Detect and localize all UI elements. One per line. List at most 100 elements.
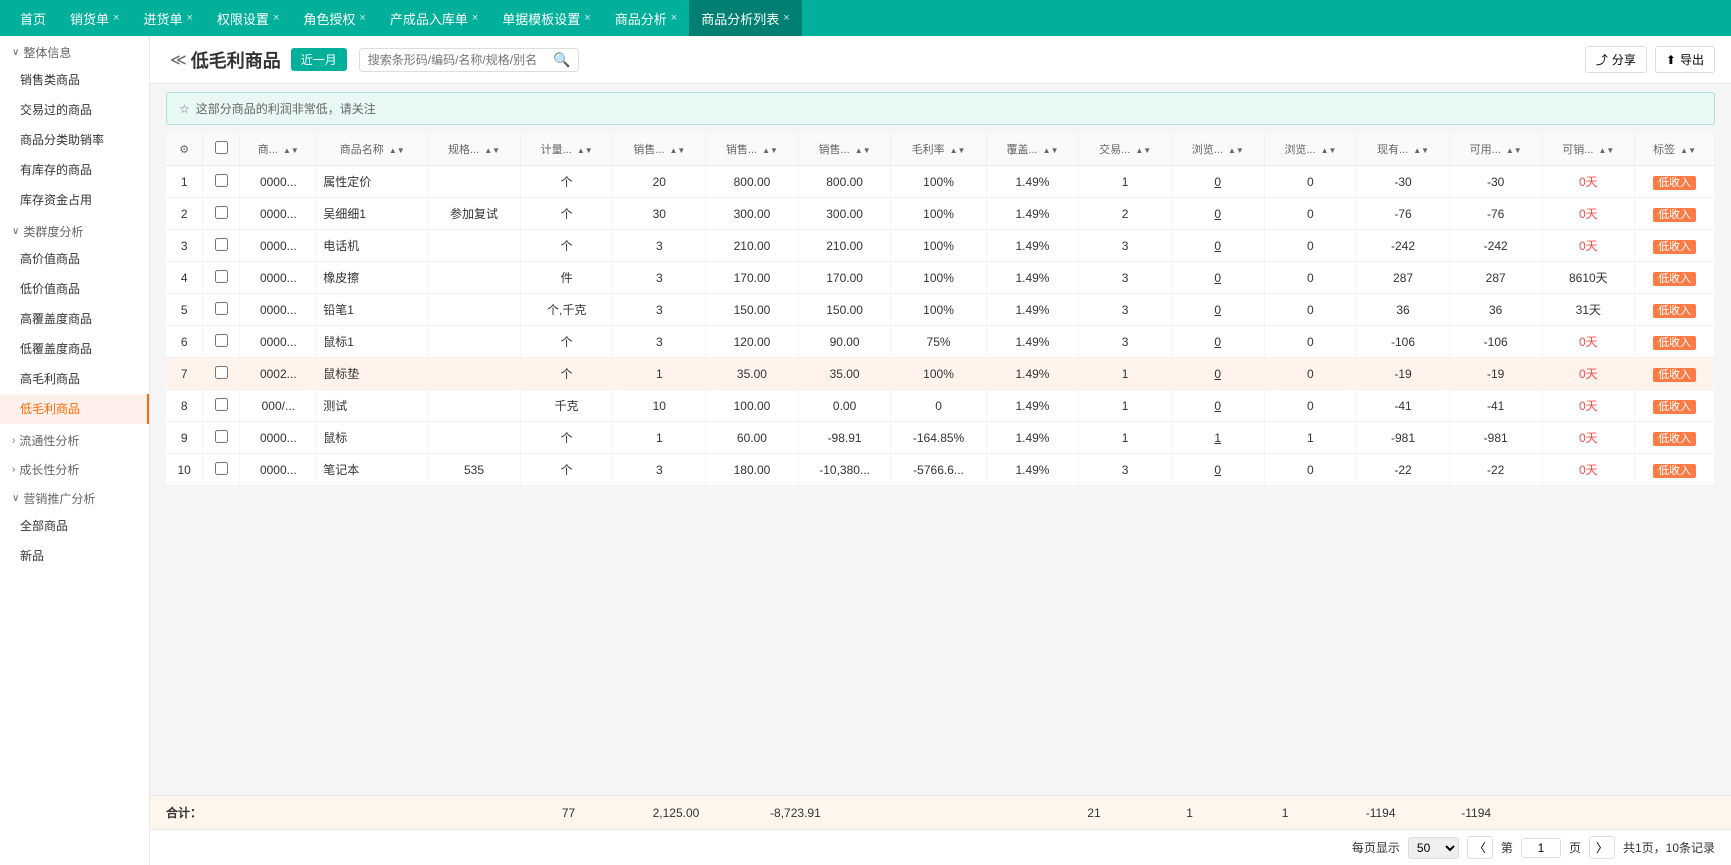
row-checkbox[interactable] bbox=[203, 390, 240, 422]
sort-icon[interactable]: ▲▼ bbox=[855, 146, 871, 155]
nav-permissions[interactable]: 权限设置 × bbox=[205, 0, 291, 36]
sort-icon[interactable]: ▲▼ bbox=[577, 146, 593, 155]
row-view1[interactable]: 0 bbox=[1171, 390, 1264, 422]
nav-close-icon[interactable]: × bbox=[472, 12, 478, 24]
sidebar-item-stocked-products[interactable]: 有库存的商品 bbox=[0, 155, 149, 185]
row-unit: 件 bbox=[520, 262, 613, 294]
nav-close-icon[interactable]: × bbox=[783, 12, 789, 24]
prev-page-button[interactable]: 〈 bbox=[1467, 836, 1493, 859]
sidebar-item-capital[interactable]: 库存资金占用 bbox=[0, 185, 149, 215]
row-checkbox[interactable] bbox=[203, 230, 240, 262]
row-code: 0000... bbox=[240, 166, 317, 198]
row-view1[interactable]: 0 bbox=[1171, 230, 1264, 262]
sort-icon[interactable]: ▲▼ bbox=[1321, 146, 1337, 155]
sidebar-item-high-margin[interactable]: 高毛利商品 bbox=[0, 364, 149, 394]
sort-icon[interactable]: ▲▼ bbox=[950, 146, 966, 155]
nav-home[interactable]: 首页 bbox=[8, 0, 58, 36]
sort-icon[interactable]: ▲▼ bbox=[389, 146, 405, 155]
nav-close-icon[interactable]: × bbox=[186, 12, 192, 24]
page-input[interactable] bbox=[1521, 838, 1561, 858]
sidebar-collapse-button[interactable]: ≪ bbox=[166, 50, 191, 70]
row-checkbox[interactable] bbox=[203, 422, 240, 454]
sidebar-group-overall[interactable]: ∨ 整体信息 bbox=[0, 36, 149, 65]
sidebar-item-category-rate[interactable]: 商品分类助销率 bbox=[0, 125, 149, 155]
sidebar-item-new-products[interactable]: 新品 bbox=[0, 541, 149, 571]
row-view1[interactable]: 0 bbox=[1171, 166, 1264, 198]
nav-purchase-order[interactable]: 进货单 × bbox=[131, 0, 204, 36]
nav-close-icon[interactable]: × bbox=[671, 12, 677, 24]
row-checkbox[interactable] bbox=[203, 166, 240, 198]
nav-product-analysis[interactable]: 商品分析 × bbox=[603, 0, 689, 36]
row-view1[interactable]: 0 bbox=[1171, 326, 1264, 358]
sidebar-group-growth[interactable]: › 成长性分析 bbox=[0, 453, 149, 482]
sidebar-item-low-margin[interactable]: 低毛利商品 bbox=[0, 394, 149, 424]
select-all-checkbox[interactable] bbox=[215, 141, 228, 154]
row-checkbox[interactable] bbox=[203, 326, 240, 358]
sidebar-item-sales-products[interactable]: 销售类商品 bbox=[0, 65, 149, 95]
row-view1[interactable]: 0 bbox=[1171, 294, 1264, 326]
sort-icon[interactable]: ▲▼ bbox=[670, 146, 686, 155]
nav-roles[interactable]: 角色授权 × bbox=[291, 0, 377, 36]
row-sales-amount: 170.00 bbox=[798, 262, 891, 294]
date-filter-button[interactable]: 近一月 bbox=[291, 48, 347, 71]
sidebar-item-all-products[interactable]: 全部商品 bbox=[0, 511, 149, 541]
search-input[interactable] bbox=[359, 48, 579, 72]
nav-sales-order[interactable]: 销货单 × bbox=[58, 0, 131, 36]
sidebar-item-low-value[interactable]: 低价值商品 bbox=[0, 274, 149, 304]
sidebar-item-high-value[interactable]: 高价值商品 bbox=[0, 244, 149, 274]
row-trade: 3 bbox=[1079, 454, 1172, 486]
sort-icon[interactable]: ▲▼ bbox=[762, 146, 778, 155]
row-checkbox[interactable] bbox=[203, 454, 240, 486]
row-view1[interactable]: 0 bbox=[1171, 198, 1264, 230]
table-row: 3 0000... 电话机 个 3 210.00 210.00 100% 1.4… bbox=[166, 230, 1715, 262]
nav-close-icon[interactable]: × bbox=[359, 12, 365, 24]
next-page-button[interactable]: 〉 bbox=[1589, 836, 1615, 859]
col-settings[interactable]: ⚙ bbox=[166, 133, 203, 166]
row-checkbox[interactable] bbox=[203, 358, 240, 390]
row-trade: 1 bbox=[1079, 422, 1172, 454]
sort-icon[interactable]: ▲▼ bbox=[1506, 146, 1522, 155]
sidebar-group-cluster[interactable]: ∨ 类群度分析 bbox=[0, 215, 149, 244]
per-page-select[interactable]: 50 20 100 bbox=[1408, 837, 1459, 859]
row-checkbox[interactable] bbox=[203, 198, 240, 230]
sort-icon[interactable]: ▲▼ bbox=[1135, 146, 1151, 155]
nav-close-icon[interactable]: × bbox=[113, 12, 119, 24]
row-unit: 个 bbox=[520, 198, 613, 230]
row-view2: 0 bbox=[1264, 166, 1357, 198]
sort-icon[interactable]: ▲▼ bbox=[484, 146, 500, 155]
sort-icon[interactable]: ▲▼ bbox=[1228, 146, 1244, 155]
row-view1[interactable]: 0 bbox=[1171, 262, 1264, 294]
sort-icon[interactable]: ▲▼ bbox=[283, 146, 299, 155]
nav-product-entry[interactable]: 产成品入库单 × bbox=[378, 0, 490, 36]
sort-icon[interactable]: ▲▼ bbox=[1599, 146, 1615, 155]
row-checkbox[interactable] bbox=[203, 294, 240, 326]
nav-template-settings[interactable]: 单据模板设置 × bbox=[490, 0, 602, 36]
sidebar-item-traded-products[interactable]: 交易过的商品 bbox=[0, 95, 149, 125]
share-button[interactable]: ⤴ 分享 bbox=[1585, 46, 1647, 73]
row-tag: 低收入 bbox=[1635, 294, 1715, 326]
sidebar-group-flow[interactable]: › 流通性分析 bbox=[0, 424, 149, 453]
sidebar-group-marketing[interactable]: ∨ 营销推广分析 bbox=[0, 482, 149, 511]
row-tag: 低收入 bbox=[1635, 454, 1715, 486]
export-button[interactable]: ⬆ 导出 bbox=[1655, 46, 1715, 73]
row-view1[interactable]: 0 bbox=[1171, 454, 1264, 486]
col-checkbox[interactable] bbox=[203, 133, 240, 166]
nav-close-icon[interactable]: × bbox=[273, 12, 279, 24]
sidebar-item-low-coverage[interactable]: 低覆盖度商品 bbox=[0, 334, 149, 364]
nav-close-icon[interactable]: × bbox=[584, 12, 590, 24]
sort-icon[interactable]: ▲▼ bbox=[1413, 146, 1429, 155]
row-checkbox[interactable] bbox=[203, 262, 240, 294]
row-saleable: 0天 bbox=[1542, 454, 1635, 486]
nav-product-analysis-list[interactable]: 商品分析列表 × bbox=[689, 0, 801, 36]
row-no: 10 bbox=[166, 454, 203, 486]
col-sales-price: 销售... ▲▼ bbox=[706, 133, 799, 166]
row-sales-price: 300.00 bbox=[706, 198, 799, 230]
sort-icon[interactable]: ▲▼ bbox=[1043, 146, 1059, 155]
sidebar-item-high-coverage[interactable]: 高覆盖度商品 bbox=[0, 304, 149, 334]
row-view1[interactable]: 0 bbox=[1171, 358, 1264, 390]
total-view2: 1 bbox=[1237, 806, 1333, 820]
sort-icon[interactable]: ▲▼ bbox=[1680, 146, 1696, 155]
row-current: -41 bbox=[1357, 390, 1450, 422]
row-view1[interactable]: 1 bbox=[1171, 422, 1264, 454]
row-unit: 个 bbox=[520, 230, 613, 262]
